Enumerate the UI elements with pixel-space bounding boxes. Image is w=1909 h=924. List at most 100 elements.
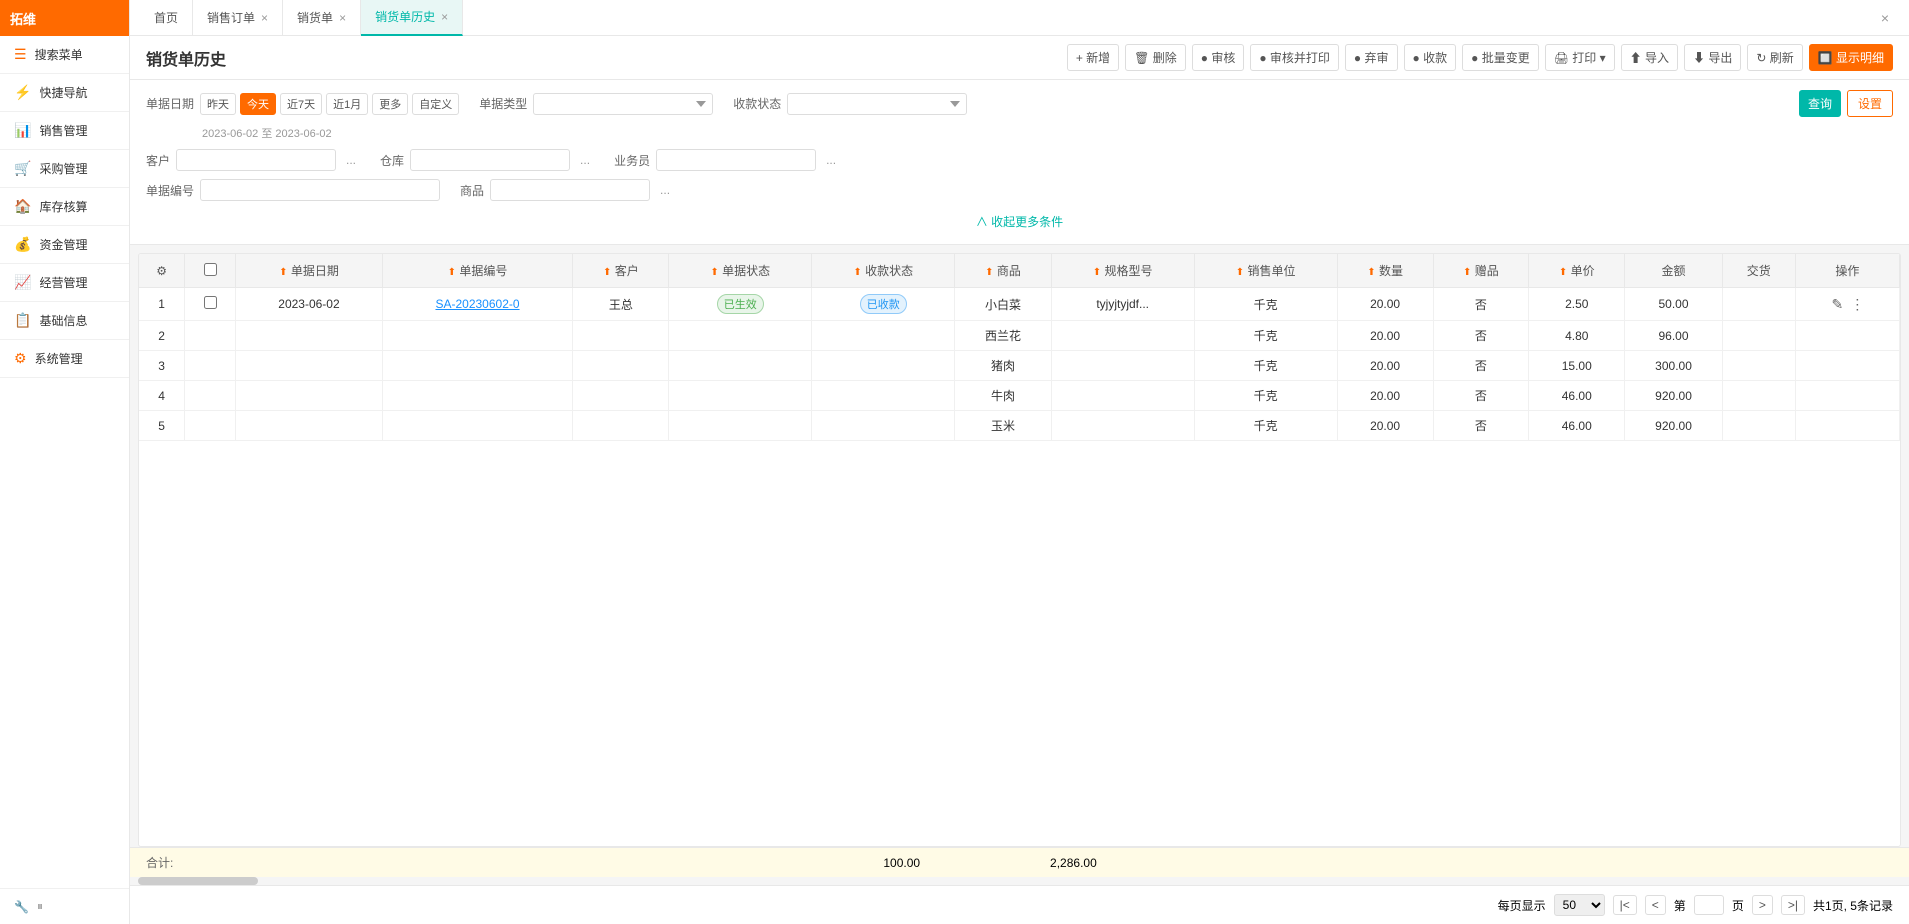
sidebar-item-basic-info[interactable]: 📋 基础信息 [0,302,129,340]
tab-sales-history[interactable]: 销货单历史 × [361,0,463,36]
collect-status-select[interactable] [787,93,967,115]
doc-no-link[interactable]: SA-20230602-0 [435,297,519,311]
cell-action [1795,381,1899,411]
export-button[interactable]: ⬇ 导出 [1684,44,1741,71]
col-qty[interactable]: ⬆ 数量 [1337,254,1433,288]
col-spec[interactable]: ⬆ 规格型号 [1051,254,1194,288]
first-page-btn[interactable]: |< [1613,895,1637,915]
print-button[interactable]: 🖨 打印 ▾ [1545,44,1615,71]
tab-sales-goods-close[interactable]: × [339,11,346,25]
col-customer[interactable]: ⬆ 客户 [573,254,669,288]
cell-amount: 920.00 [1625,411,1723,441]
sidebar-item-capital-mgmt[interactable]: 💰 资金管理 [0,226,129,264]
cell-qty: 20.00 [1337,411,1433,441]
customer-input[interactable] [176,149,336,171]
toolbar: + 新增 🗑 删除 ● 审核 ● 审核并打印 ● 弃审 ● 收款 ● 批量变更 … [1067,44,1893,71]
warehouse-input[interactable] [410,149,570,171]
cell-checkbox[interactable] [185,411,236,441]
edit-action-btn[interactable]: ✎ [1827,294,1847,314]
tab-sales-order-close[interactable]: × [261,11,268,25]
cell-seq: 5 [139,411,185,441]
window-close-btn[interactable]: × [1871,10,1899,26]
tab-sales-order[interactable]: 销售订单 × [193,0,283,36]
warehouse-filter: 仓库 ... [380,149,594,171]
doc-type-select[interactable] [533,93,713,115]
show-detail-button[interactable]: 🔲 显示明细 [1809,44,1893,71]
abandon-button[interactable]: ● 弃审 [1345,44,1398,71]
settings-button[interactable]: 设置 [1847,90,1893,117]
delete-button[interactable]: 🗑 删除 [1125,44,1186,71]
sidebar-item-purchase-mgmt[interactable]: 🛒 采购管理 [0,150,129,188]
cell-doc-date [236,351,382,381]
customer-dots-btn[interactable]: ... [342,153,360,167]
col-doc-no[interactable]: ⬆ 单据编号 [382,254,573,288]
sidebar-item-search-menu[interactable]: ☰ 搜索菜单 [0,36,129,74]
sidebar-item-label: 采购管理 [39,160,87,177]
col-gift[interactable]: ⬆ 赠品 [1433,254,1529,288]
col-doc-status[interactable]: ⬆ 单据状态 [669,254,812,288]
col-amount[interactable]: 金额 [1625,254,1723,288]
sidebar-item-sales-mgmt[interactable]: 📊 销售管理 [0,112,129,150]
date-btn-7days[interactable]: 近7天 [280,93,322,115]
collapse-btn[interactable]: ∧ 收起更多条件 [146,209,1893,234]
new-button[interactable]: + 新增 [1067,44,1119,71]
last-page-btn[interactable]: >| [1781,895,1805,915]
prev-page-btn[interactable]: < [1645,895,1666,915]
collect-status-filter: 收款状态 [733,93,967,115]
col-checkbox[interactable] [185,254,236,288]
footer-amount-total: 2,286.00 [1050,856,1097,870]
sidebar-item-system-mgmt[interactable]: ⚙ 系统管理 [0,340,129,378]
audit-print-button[interactable]: ● 审核并打印 [1250,44,1339,71]
tab-sales-history-close[interactable]: × [441,10,448,24]
horizontal-scrollbar[interactable] [138,877,1901,885]
cell-qty: 20.00 [1337,321,1433,351]
col-collect-status[interactable]: ⬆ 收款状态 [812,254,955,288]
cell-spec [1051,411,1194,441]
warehouse-dots-btn[interactable]: ... [576,153,594,167]
goods-input[interactable] [490,179,650,201]
goods-dots-btn[interactable]: ... [656,183,674,197]
col-settings[interactable]: ⚙ [139,254,185,288]
refresh-button[interactable]: ↻ 刷新 [1747,44,1802,71]
page-input[interactable]: 1 [1694,895,1724,915]
next-page-btn[interactable]: > [1752,895,1773,915]
tab-home[interactable]: 首页 [140,0,193,36]
cell-doc-date: 2023-06-02 [236,288,382,321]
sidebar-item-inventory[interactable]: 🏠 库存核算 [0,188,129,226]
col-price[interactable]: ⬆ 单价 [1529,254,1625,288]
cell-checkbox[interactable] [185,288,236,321]
row-checkbox[interactable] [204,296,217,309]
batch-change-button[interactable]: ● 批量变更 [1462,44,1539,71]
cell-trade [1722,321,1795,351]
date-btn-today[interactable]: 今天 [240,93,276,115]
collect-button[interactable]: ● 收款 [1404,44,1457,71]
audit-button[interactable]: ● 审核 [1192,44,1245,71]
cell-checkbox[interactable] [185,381,236,411]
select-all-checkbox[interactable] [204,263,217,276]
doc-no-input[interactable] [200,179,440,201]
cell-checkbox[interactable] [185,351,236,381]
import-button[interactable]: ⬆ 导入 [1621,44,1678,71]
cell-customer [573,381,669,411]
more-action-btn[interactable]: ⋮ [1847,294,1867,314]
scrollbar-thumb[interactable] [138,877,258,885]
tab-sales-goods[interactable]: 销货单 × [283,0,361,36]
sidebar-item-quick-nav[interactable]: ⚡ 快捷导航 [0,74,129,112]
sidebar-item-operations[interactable]: 📈 经营管理 [0,264,129,302]
col-unit[interactable]: ⬆ 销售单位 [1194,254,1337,288]
per-page-select[interactable]: 50 100 200 [1554,894,1605,916]
query-button[interactable]: 查询 [1799,90,1841,117]
date-btn-custom[interactable]: 自定义 [412,93,459,115]
col-doc-date[interactable]: ⬆ 单据日期 [236,254,382,288]
date-btn-1month[interactable]: 近1月 [326,93,368,115]
date-btn-more[interactable]: 更多 [372,93,408,115]
cell-doc-no [382,351,573,381]
page-header: 销货单历史 + 新增 🗑 删除 ● 审核 ● 审核并打印 ● 弃审 ● 收款 ●… [130,36,1909,80]
salesman-dots-btn[interactable]: ... [822,153,840,167]
cell-checkbox[interactable] [185,321,236,351]
col-goods[interactable]: ⬆ 商品 [955,254,1051,288]
tab-sales-history-label: 销货单历史 [375,8,435,25]
col-trade[interactable]: 交货 [1722,254,1795,288]
salesman-input[interactable] [656,149,816,171]
date-btn-yesterday[interactable]: 昨天 [200,93,236,115]
